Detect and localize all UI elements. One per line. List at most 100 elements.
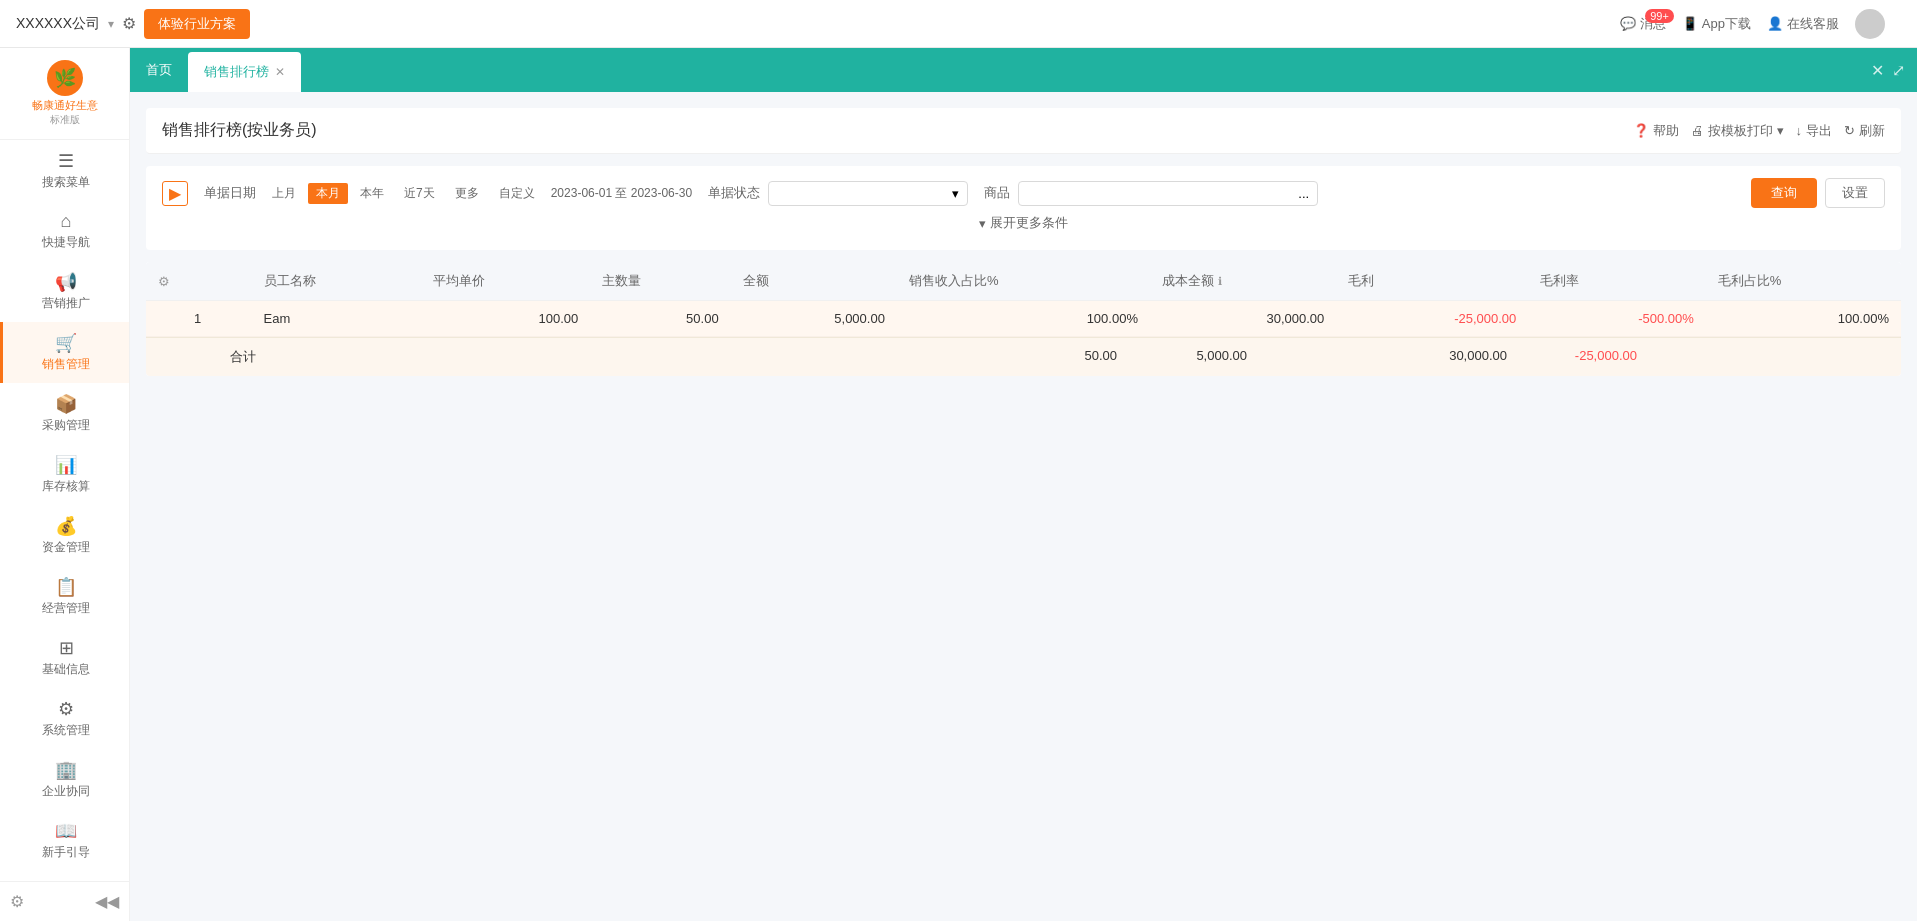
sidebar-icon-basic: ⊞	[59, 637, 74, 659]
date-range[interactable]: 2023-06-01 至 2023-06-30	[551, 185, 692, 202]
sidebar-item-basic[interactable]: ⊞ 基础信息	[0, 627, 129, 688]
date-tab-custom[interactable]: 自定义	[491, 183, 543, 204]
filter-collapse-btn[interactable]: ▶	[162, 181, 188, 206]
table-body: 1 Eam 100.00 50.00 5,000.00 100.00% 30,0…	[146, 301, 1901, 337]
print-button[interactable]: 🖨 按模板打印 ▾	[1691, 122, 1784, 140]
goods-filter: 商品 ...	[984, 181, 1318, 206]
sidebar-icon-quick-nav: ⌂	[61, 211, 72, 232]
sidebar-label-purchase: 采购管理	[42, 417, 90, 434]
footer-sales-pct-spacer	[1259, 348, 1389, 366]
sidebar-item-app-center[interactable]: 📱应用中心	[0, 871, 129, 881]
sidebar-item-enterprise[interactable]: 🏢 企业协同	[0, 749, 129, 810]
online-support-button[interactable]: 👤 在线客服	[1767, 15, 1839, 33]
export-button[interactable]: ↓ 导出	[1796, 122, 1833, 140]
tab-bar-right: ✕ ⤢	[1871, 61, 1917, 80]
sidebar-collapse-icon[interactable]: ◀◀	[95, 892, 119, 911]
col-quantity-header: 主数量	[590, 262, 730, 301]
sidebar-label-system: 系统管理	[42, 722, 90, 739]
message-button[interactable]: 💬 消息 99+	[1620, 15, 1666, 33]
sidebar-settings-icon[interactable]: ⚙	[10, 892, 24, 911]
print-dropdown-icon: ▾	[1777, 123, 1784, 138]
tab-close-all-icon[interactable]: ✕	[1871, 61, 1884, 80]
sidebar-icon-inventory: 📊	[55, 454, 77, 476]
sidebar-icon-system: ⚙	[58, 698, 74, 720]
footer-margin-spacer	[1649, 348, 1769, 366]
sidebar-bottom: ⚙ ◀◀	[0, 881, 129, 921]
top-bar-right: 💬 消息 99+ 📱 App下载 👤 在线客服	[1620, 9, 1901, 39]
sidebar-label-operation: 经营管理	[42, 600, 90, 617]
sidebar-label-guide: 新手引导	[42, 844, 90, 861]
date-tab-7days[interactable]: 近7天	[396, 183, 443, 204]
footer-label: 合计	[218, 348, 889, 366]
sidebar-item-search-order[interactable]: ☰搜索菜单	[0, 140, 129, 201]
cell-quantity-0: 50.00	[590, 301, 730, 337]
col-profit-pct-header: 毛利占比%	[1706, 262, 1901, 301]
trial-button[interactable]: 体验行业方案	[144, 9, 250, 39]
sidebar-item-sales[interactable]: 🛒销售管理	[0, 322, 129, 383]
tab-expand-icon[interactable]: ⤢	[1892, 61, 1905, 80]
col-name-header: 员工名称	[252, 262, 421, 301]
tab-close-icon[interactable]: ✕	[275, 65, 285, 79]
date-tab-this-year[interactable]: 本年	[352, 183, 392, 204]
refresh-button[interactable]: ↻ 刷新	[1844, 122, 1885, 140]
main-layout: 🌿 畅康通好生意 标准版 ☰搜索菜单⌂快捷导航📢营销推广🛒销售管理📦采购管理📊库…	[0, 48, 1917, 921]
page-title: 销售排行榜(按业务员)	[162, 120, 317, 141]
table-row: 1 Eam 100.00 50.00 5,000.00 100.00% 30,0…	[146, 301, 1901, 337]
app-icon: 📱	[1682, 16, 1698, 31]
filter-area: ▶ 单据日期 上月 本月 本年 近7天 更多 自定义 2023-	[146, 166, 1901, 250]
tab-sales-rank[interactable]: 销售排行榜 ✕	[188, 52, 301, 92]
query-button[interactable]: 查询	[1751, 178, 1817, 208]
goods-label: 商品	[984, 184, 1010, 202]
expand-icon: ▾	[979, 216, 986, 231]
sidebar-icon-search-order: ☰	[58, 150, 74, 172]
sidebar-icon-guide: 📖	[55, 820, 77, 842]
goods-more-icon[interactable]: ...	[1298, 186, 1309, 201]
cell-cost-0: 30,000.00	[1150, 301, 1336, 337]
sidebar-label-basic: 基础信息	[42, 661, 90, 678]
status-label: 单据状态	[708, 184, 760, 202]
tab-home[interactable]: 首页	[130, 48, 188, 92]
sidebar-item-system[interactable]: ⚙ 系统管理	[0, 688, 129, 749]
col-cost-header: 成本全额 ℹ	[1150, 262, 1336, 301]
status-select[interactable]: ▾	[768, 181, 968, 206]
cell-rank-0: 1	[182, 301, 252, 337]
cell-sales-pct-0: 100.00%	[897, 301, 1150, 337]
goods-input[interactable]: ...	[1018, 181, 1318, 206]
col-settings-header: ⚙	[146, 262, 182, 301]
header-row: ⚙ 员工名称 平均单价 主数量 全额 销售收入占比% 成本全额 ℹ 毛利 毛	[146, 262, 1901, 301]
cell-settings-0	[146, 301, 182, 337]
date-tab-this-month[interactable]: 本月	[308, 183, 348, 204]
cell-name-0: Eam	[252, 301, 421, 337]
top-bar-left: XXXXXX公司 ▾ ⚙ 体验行业方案	[16, 9, 250, 39]
sidebar-item-finance[interactable]: 💰资金管理	[0, 505, 129, 566]
date-tab-last-month[interactable]: 上月	[264, 183, 304, 204]
sidebar-icon-enterprise: 🏢	[55, 759, 77, 781]
sidebar-item-operation[interactable]: 📋经营管理	[0, 566, 129, 627]
sidebar: 🌿 畅康通好生意 标准版 ☰搜索菜单⌂快捷导航📢营销推广🛒销售管理📦采购管理📊库…	[0, 48, 130, 921]
top-bar: XXXXXX公司 ▾ ⚙ 体验行业方案 💬 消息 99+ 📱 App下载 👤 在…	[0, 0, 1917, 48]
sidebar-item-inventory[interactable]: 📊库存核算	[0, 444, 129, 505]
app-download-button[interactable]: 📱 App下载	[1682, 15, 1751, 33]
sidebar-item-marketing[interactable]: 📢营销推广	[0, 261, 129, 322]
message-badge: 99+	[1645, 9, 1674, 23]
sidebar-item-purchase[interactable]: 📦 采购管理	[0, 383, 129, 444]
logo-sub: 标准版	[50, 113, 80, 127]
col-margin-header: 毛利率	[1528, 262, 1706, 301]
page-header: 销售排行榜(按业务员) ❓ 帮助 🖨 按模板打印 ▾ ↓	[146, 108, 1901, 154]
cell-profit-0: -25,000.00	[1336, 301, 1528, 337]
company-dropdown-icon[interactable]: ▾	[108, 17, 114, 31]
settings-button[interactable]: 设置	[1825, 178, 1885, 208]
expand-button[interactable]: ▾ 展开更多条件	[168, 214, 1879, 232]
sidebar-label-enterprise: 企业协同	[42, 783, 90, 800]
sidebar-item-quick-nav[interactable]: ⌂快捷导航	[0, 201, 129, 261]
avatar[interactable]	[1855, 9, 1885, 39]
main-content: 销售排行榜(按业务员) ❓ 帮助 🖨 按模板打印 ▾ ↓	[130, 92, 1917, 921]
column-settings-icon[interactable]: ⚙	[158, 274, 170, 289]
help-button[interactable]: ❓ 帮助	[1633, 122, 1679, 140]
date-tab-more[interactable]: 更多	[447, 183, 487, 204]
sidebar-icon-purchase: 📦	[55, 393, 77, 415]
support-icon: 👤	[1767, 16, 1783, 31]
sidebar-icon-sales: 🛒	[55, 332, 77, 354]
settings-icon[interactable]: ⚙	[122, 14, 136, 33]
sidebar-item-guide[interactable]: 📖 新手引导	[0, 810, 129, 871]
